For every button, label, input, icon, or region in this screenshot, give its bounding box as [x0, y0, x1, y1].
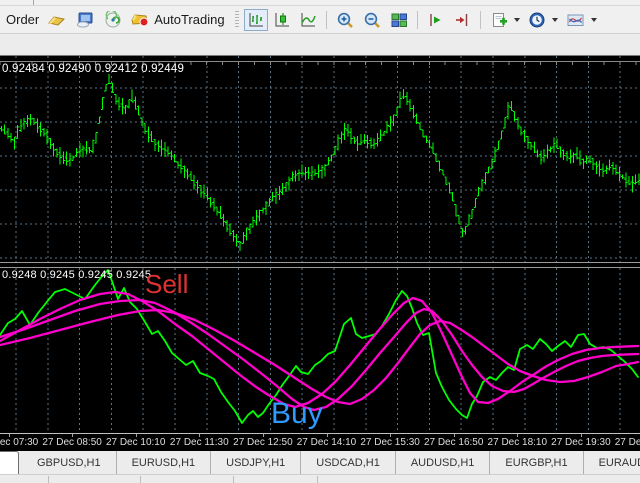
chart-tabs-bar: GBPUSD,H1 EURUSD,H1 USDJPY,H1 USDCAD,H1 AUDU… [0, 451, 640, 475]
indicators-template-button[interactable] [563, 9, 600, 31]
candlestick-chart-button[interactable] [270, 9, 294, 31]
toolbar-separator [416, 10, 418, 29]
buy-signal-label: Buy [271, 397, 323, 430]
chart-window: 0.92484 0.92490 0.92412 0.92449 0.9248 0… [0, 56, 640, 451]
zoom-out-icon [363, 11, 382, 29]
time-label: 27 Dec 11:30 [169, 437, 229, 448]
chevron-down-icon [551, 17, 558, 22]
chart-tabs: GBPUSD,H1 EURUSD,H1 USDJPY,H1 USDCAD,H1 AUDU… [22, 451, 640, 474]
autotrading-button[interactable]: AutoTrading [128, 9, 227, 31]
time-label: 27 Dec 19:30 [551, 437, 611, 448]
main-chart-pane[interactable]: 0.92484 0.92490 0.92412 0.92449 [0, 56, 640, 262]
menu-strip [0, 0, 640, 6]
time-label: 27 Dec 07:30 [0, 437, 39, 448]
new-chart-icon [490, 11, 508, 29]
clock-icon [528, 11, 546, 29]
time-label: 27 Dec 10:10 [105, 437, 166, 448]
price-chart-canvas[interactable] [0, 56, 640, 262]
chart-tab-eurgbp-h1[interactable]: EURGBP,H1 [489, 451, 582, 474]
zoom-in-icon [336, 11, 355, 29]
auto-scroll-icon [427, 11, 445, 29]
sell-signal-label: Sell [145, 269, 189, 299]
time-axis[interactable]: 27 Dec 07:3027 Dec 08:5027 Dec 10:1027 D… [0, 433, 640, 451]
gold-ingot-button[interactable] [44, 9, 70, 31]
toolbar-separator [479, 10, 481, 29]
chevron-down-icon [590, 17, 597, 22]
time-label: 27 Dec 15:30 [360, 437, 420, 448]
line-chart-icon [299, 11, 317, 29]
signal-icon [103, 10, 123, 29]
active-chart-tab-partial[interactable] [0, 451, 19, 474]
new-order-button[interactable]: Order [3, 9, 42, 31]
chart-tab-eurusd-h1[interactable]: EURUSD,H1 [115, 451, 211, 474]
time-label: 27 Dec 18:10 [487, 437, 548, 448]
tile-windows-button[interactable] [387, 9, 411, 31]
candlestick-icon [273, 11, 291, 29]
indicator-pane[interactable]: 0.9248 0.9245 0.9245 0.9245 Sell Buy [0, 268, 640, 433]
zoom-in-button[interactable] [333, 9, 358, 31]
computer-icon [75, 11, 95, 29]
toolbar: Order AutoTrading [0, 6, 640, 34]
time-label: 27 Dec 14:10 [296, 437, 357, 448]
chart-tab-euraud-h1[interactable]: EURAUD,H1 [582, 451, 640, 474]
time-label: 27 Dec 12:50 [233, 437, 293, 448]
status-bar [0, 475, 640, 483]
auto-scroll-button[interactable] [424, 9, 448, 31]
chart-shift-icon [453, 11, 471, 29]
time-label: 27 Dec 16:50 [423, 437, 484, 448]
chevron-down-icon [513, 17, 520, 22]
timeframe-button[interactable] [525, 9, 561, 31]
chart-tab-usdjpy-h1[interactable]: USDJPY,H1 [210, 451, 300, 474]
ohlc-label: 0.92484 0.92490 0.92412 0.92449 [2, 63, 185, 75]
gold-ingot-icon [47, 11, 67, 29]
chart-shift-button[interactable] [450, 9, 474, 31]
line-chart-button[interactable] [296, 9, 320, 31]
toolbar-drag-handle[interactable] [234, 10, 239, 29]
chart-tab-audusd-h1[interactable]: AUDUSD,H1 [394, 451, 490, 474]
time-label: 27 Dec 20:50 [614, 437, 640, 448]
zoom-out-button[interactable] [360, 9, 385, 31]
toolbar-separator [325, 10, 327, 29]
chart-tab-gbpusd-h1[interactable]: GBPUSD,H1 [22, 451, 116, 474]
new-order-label: Order [6, 12, 40, 27]
indicator-values-label: 0.9248 0.9245 0.9245 0.9245 [2, 269, 152, 281]
bar-chart-button[interactable] [243, 8, 268, 31]
tile-windows-icon [390, 11, 408, 29]
chart-tab-usdcad-h1[interactable]: USDCAD,H1 [300, 451, 395, 474]
time-label: 27 Dec 08:50 [42, 437, 102, 448]
bar-chart-icon [247, 11, 265, 29]
computer-button[interactable] [72, 9, 98, 31]
template-chart-icon [566, 11, 585, 29]
menu-divider [33, 0, 34, 5]
autotrading-icon [131, 11, 151, 29]
autotrading-label: AutoTrading [154, 12, 225, 27]
mt4-window: Order AutoTrading 0.92484 0.92490 0.9241… [0, 0, 640, 483]
signals-button[interactable] [100, 9, 126, 31]
new-chart-button[interactable] [487, 9, 523, 31]
window-chrome-gap [0, 34, 640, 56]
